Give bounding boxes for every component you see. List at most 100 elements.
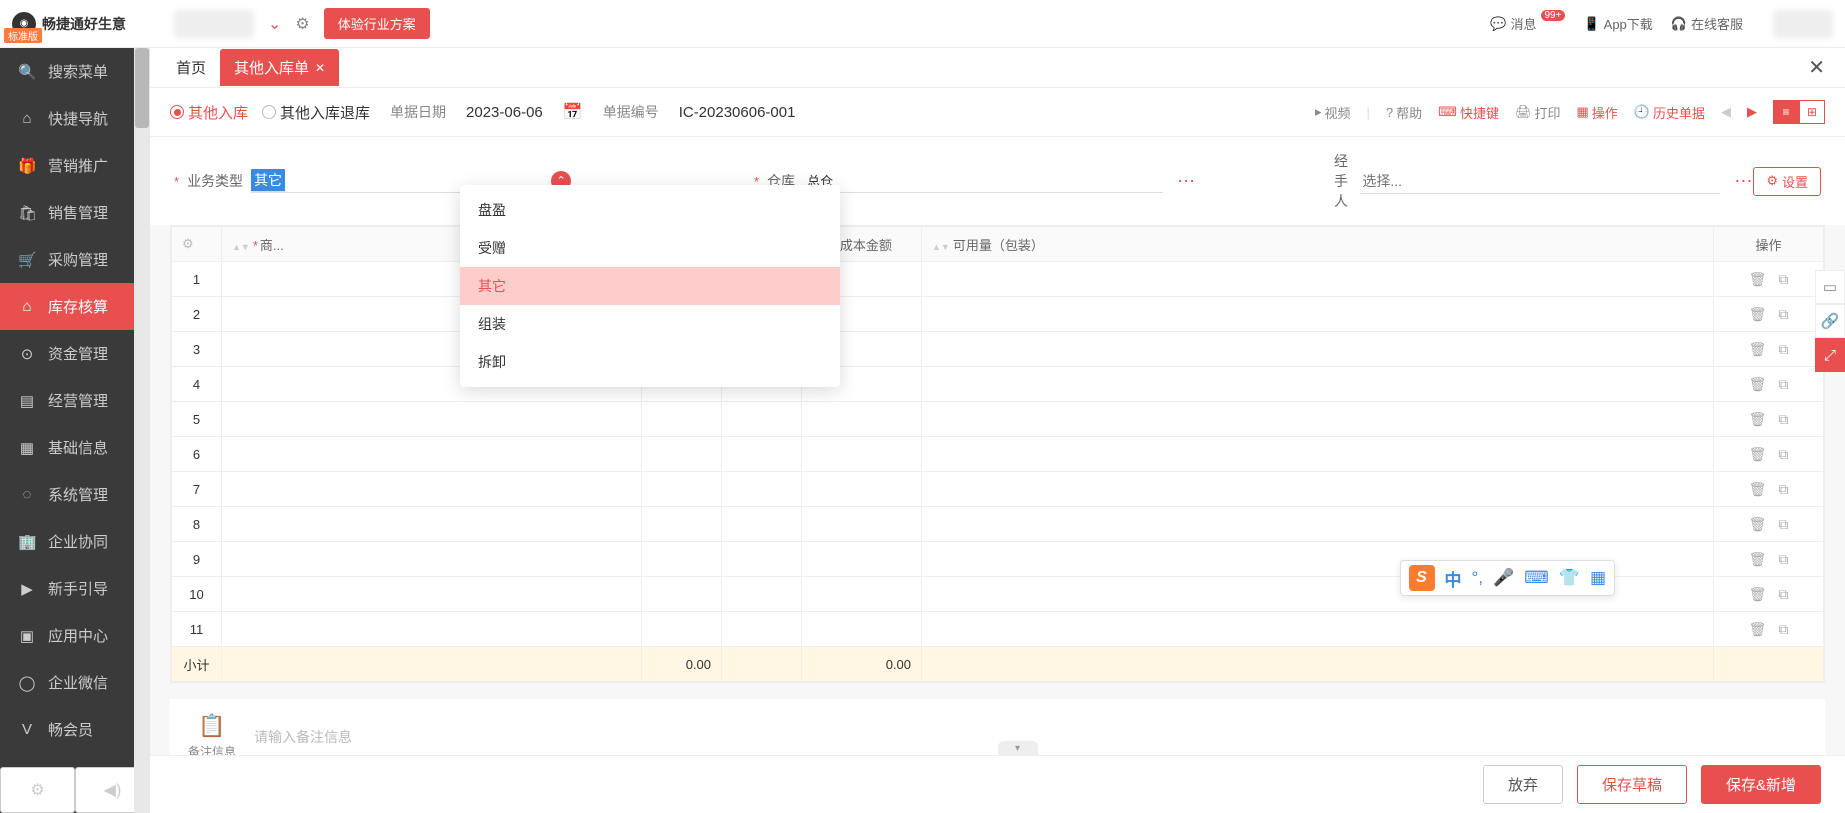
sidebar-item-14[interactable]: V畅会员 xyxy=(0,706,150,753)
calendar-icon[interactable]: 📅 xyxy=(563,102,583,122)
row-copy-icon[interactable]: ⧉ xyxy=(1778,411,1788,427)
sidebar-item-5[interactable]: ⌂库存核算 xyxy=(0,283,150,330)
view-card-icon[interactable]: ⊞ xyxy=(1799,100,1825,124)
row-delete-icon[interactable]: 🗑 xyxy=(1749,516,1767,532)
sidebar-item-11[interactable]: ▶新手引导 xyxy=(0,565,150,612)
biztype-input[interactable]: 其它 xyxy=(251,169,285,192)
messages-link[interactable]: 💬 消息 99+ xyxy=(1490,14,1565,33)
row-delete-icon[interactable]: 🗑 xyxy=(1749,551,1767,567)
sidebar-item-6[interactable]: ⊙资金管理 xyxy=(0,330,150,377)
tab-other-inbound[interactable]: 其他入库单 ✕ xyxy=(220,49,339,86)
warehouse-more-icon[interactable]: ⋯ xyxy=(1177,171,1196,192)
ime-mic-icon[interactable]: 🎤 xyxy=(1493,568,1514,588)
table-row[interactable]: 2🗑⧉ xyxy=(172,297,1824,332)
row-copy-icon[interactable]: ⧉ xyxy=(1778,621,1788,637)
dropdown-option[interactable]: 组装 xyxy=(460,305,840,343)
history-link[interactable]: 🕘历史单据 xyxy=(1634,103,1705,122)
sidebar-item-4[interactable]: 🛒采购管理 xyxy=(0,236,150,283)
video-link[interactable]: ▸视频 xyxy=(1315,103,1351,122)
sort-icon[interactable]: ▲▼ xyxy=(932,244,950,250)
row-delete-icon[interactable]: 🗑 xyxy=(1749,621,1767,637)
discard-button[interactable]: 放弃 xyxy=(1483,765,1563,804)
doc-date-value[interactable]: 2023-06-06 xyxy=(466,104,543,121)
ime-keyboard-icon[interactable]: ⌨ xyxy=(1524,568,1549,588)
help-link[interactable]: ?帮助 xyxy=(1386,103,1422,122)
row-copy-icon[interactable]: ⧉ xyxy=(1778,586,1788,602)
next-doc-icon[interactable]: ▶ xyxy=(1747,104,1757,120)
user-avatar-blurred[interactable] xyxy=(1773,10,1833,38)
table-row[interactable]: 3🗑⧉ xyxy=(172,332,1824,367)
prev-doc-icon[interactable]: ◀ xyxy=(1721,104,1731,120)
sidebar-item-3[interactable]: 🛍销售管理 xyxy=(0,189,150,236)
save-and-new-button[interactable]: 保存&新增 xyxy=(1701,765,1821,804)
sidebar-item-9[interactable]: ◌系统管理 xyxy=(0,471,150,518)
row-delete-icon[interactable]: 🗑 xyxy=(1749,446,1767,462)
sidebar-item-1[interactable]: ⌂快捷导航 xyxy=(0,95,150,142)
radio-other-inbound-return[interactable]: 其他入库退库 xyxy=(262,102,370,123)
dropdown-option[interactable]: 其它 xyxy=(460,267,840,305)
row-delete-icon[interactable]: 🗑 xyxy=(1749,586,1767,602)
org-selector-blurred[interactable] xyxy=(174,10,254,38)
app-download-link[interactable]: 📱 App下载 xyxy=(1583,14,1652,33)
ime-skin-icon[interactable]: 👕 xyxy=(1559,568,1580,588)
float-panel-icon[interactable]: ▭ xyxy=(1815,270,1845,304)
dropdown-option[interactable]: 受赠 xyxy=(460,229,840,267)
sort-icon[interactable]: ▲▼ xyxy=(232,244,250,250)
close-all-tabs-icon[interactable]: ✕ xyxy=(1800,55,1833,80)
row-copy-icon[interactable]: ⧉ xyxy=(1778,551,1788,567)
table-row[interactable]: 5🗑⧉ xyxy=(172,402,1824,437)
row-copy-icon[interactable]: ⧉ xyxy=(1778,306,1788,322)
table-row[interactable]: 6🗑⧉ xyxy=(172,437,1824,472)
row-copy-icon[interactable]: ⧉ xyxy=(1778,481,1788,497)
sidebar-item-8[interactable]: ▦基础信息 xyxy=(0,424,150,471)
ime-lang-toggle[interactable]: 中 xyxy=(1445,566,1462,591)
table-row[interactable]: 1🗑⧉ xyxy=(172,262,1824,297)
sidebar-item-7[interactable]: ▤经营管理 xyxy=(0,377,150,424)
float-expand-icon[interactable]: ⤢ xyxy=(1815,338,1845,372)
ime-menu-icon[interactable]: ▦ xyxy=(1590,568,1606,588)
table-row[interactable]: 11🗑⧉ xyxy=(172,612,1824,647)
row-delete-icon[interactable]: 🗑 xyxy=(1749,341,1767,357)
sidebar-settings-button[interactable]: ⚙ xyxy=(0,767,75,813)
table-row[interactable]: 4🗑⧉ xyxy=(172,367,1824,402)
table-row[interactable]: 7🗑⧉ xyxy=(172,472,1824,507)
field-settings-button[interactable]: ⚙ 设置 xyxy=(1753,167,1821,196)
row-delete-icon[interactable]: 🗑 xyxy=(1749,306,1767,322)
save-draft-button[interactable]: 保存草稿 xyxy=(1577,765,1687,804)
row-copy-icon[interactable]: ⧉ xyxy=(1778,446,1788,462)
promo-button[interactable]: 体验行业方案 xyxy=(324,8,430,39)
ops-link[interactable]: ▦操作 xyxy=(1576,103,1617,122)
dropdown-option[interactable]: 拆卸 xyxy=(460,343,840,381)
expand-down-handle[interactable]: ▾ xyxy=(998,741,1038,755)
shortcut-link[interactable]: ⌨快捷键 xyxy=(1438,103,1499,122)
table-row[interactable]: 8🗑⧉ xyxy=(172,507,1824,542)
settings-gear-icon[interactable]: ⚙ xyxy=(295,14,309,34)
sidebar-item-0[interactable]: 🔍搜索菜单 xyxy=(0,48,150,95)
dropdown-option[interactable]: 盘盈 xyxy=(460,191,840,229)
sidebar-scrollbar[interactable] xyxy=(134,48,150,813)
ime-punct-icon[interactable]: °, xyxy=(1472,568,1484,588)
row-copy-icon[interactable]: ⧉ xyxy=(1778,516,1788,532)
ime-toolbar[interactable]: S 中 °, 🎤 ⌨ 👕 ▦ xyxy=(1400,560,1615,596)
row-copy-icon[interactable]: ⧉ xyxy=(1778,376,1788,392)
sidebar-item-2[interactable]: 🎁营销推广 xyxy=(0,142,150,189)
org-caret-icon[interactable]: ⌄ xyxy=(268,14,281,34)
table-config-icon[interactable]: ⚙ xyxy=(182,236,194,251)
view-list-icon[interactable]: ≡ xyxy=(1773,100,1799,124)
sidebar-item-12[interactable]: ▣应用中心 xyxy=(0,612,150,659)
radio-other-inbound[interactable]: 其他入库 xyxy=(170,102,248,123)
sidebar-scroll-thumb[interactable] xyxy=(135,48,149,128)
float-link-icon[interactable]: 🔗 xyxy=(1815,304,1845,338)
row-delete-icon[interactable]: 🗑 xyxy=(1749,376,1767,392)
handler-input[interactable] xyxy=(1360,169,1700,193)
sidebar-item-13[interactable]: ◯企业微信 xyxy=(0,659,150,706)
online-service-link[interactable]: 🎧 在线客服 xyxy=(1671,14,1743,33)
print-link[interactable]: 🖨打印 xyxy=(1515,103,1561,122)
row-delete-icon[interactable]: 🗑 xyxy=(1749,271,1767,287)
tab-close-icon[interactable]: ✕ xyxy=(315,61,325,75)
row-copy-icon[interactable]: ⧉ xyxy=(1778,271,1788,287)
row-copy-icon[interactable]: ⧉ xyxy=(1778,341,1788,357)
row-delete-icon[interactable]: 🗑 xyxy=(1749,481,1767,497)
handler-more-icon[interactable]: ⋯ xyxy=(1734,171,1753,192)
sidebar-item-10[interactable]: 🏢企业协同 xyxy=(0,518,150,565)
